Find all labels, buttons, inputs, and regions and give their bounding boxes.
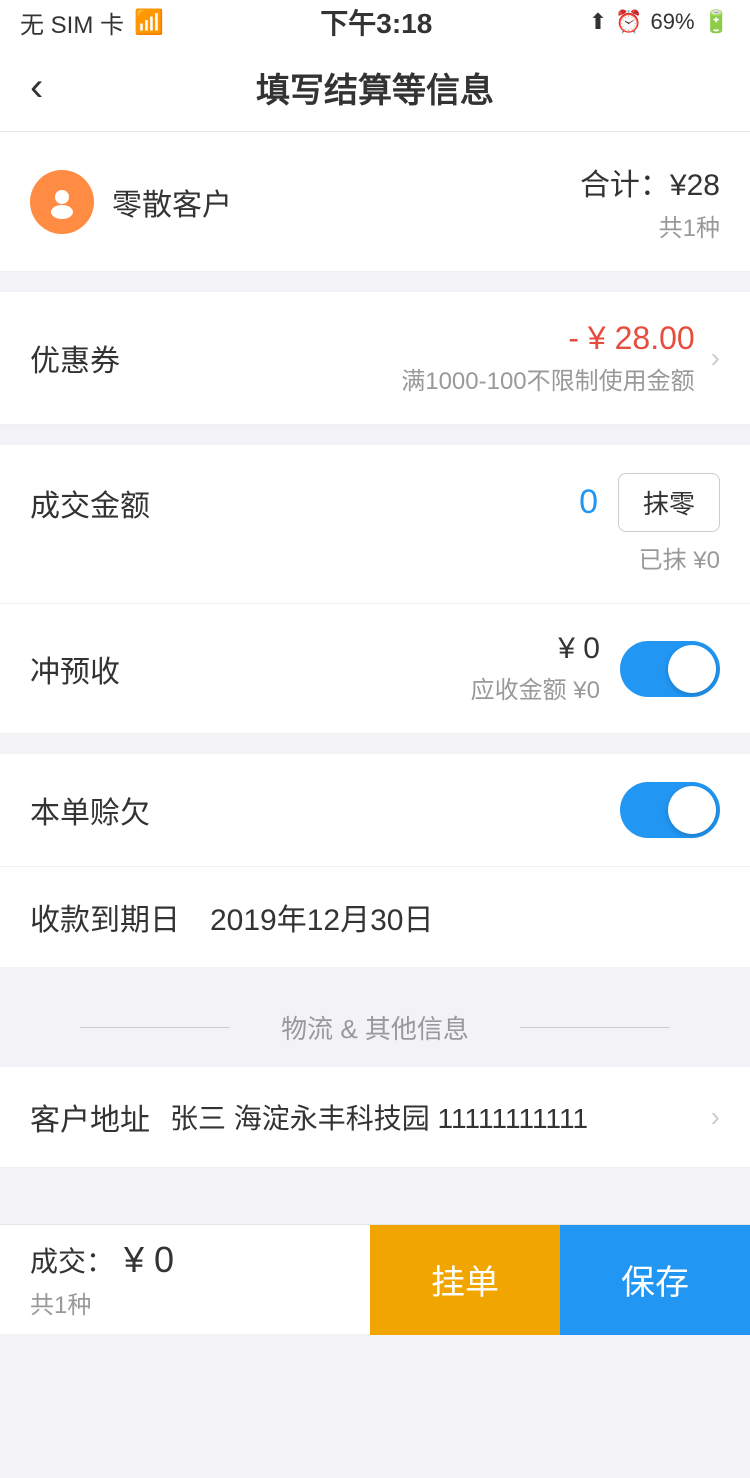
divider-4 <box>0 967 750 987</box>
pre-receive-label: 冲预收 <box>30 647 120 691</box>
address-chevron-icon: › <box>711 1101 720 1133</box>
nav-bar: ‹ 填写结算等信息 <box>0 44 750 132</box>
pre-receive-values: ¥ 0 应收金额 ¥0 <box>471 632 600 705</box>
divider-2 <box>0 425 750 445</box>
status-right: ⬆ ⏰ 69% 🔋 <box>589 9 730 35</box>
total-amount: 合计：¥28 <box>580 160 720 204</box>
alarm-icon: ⏰ <box>615 9 642 35</box>
due-date-row: 收款到期日 2019年12月30日 <box>0 867 750 967</box>
location-icon: ⬆ <box>589 9 607 35</box>
pre-receive-right: ¥ 0 应收金额 ¥0 <box>471 632 720 705</box>
section-divider-label: 物流 & 其他信息 <box>281 1009 469 1046</box>
credit-label: 本单赊欠 <box>30 788 150 832</box>
battery-label: 69% <box>651 9 695 35</box>
customer-avatar <box>30 170 94 234</box>
credit-row: 本单赊欠 <box>0 754 750 867</box>
coupon-description: 满1000-100不限制使用金额 <box>401 361 694 396</box>
credit-toggle-knob <box>668 786 716 834</box>
coupon-discount: - ¥ 28.00 <box>401 320 694 357</box>
pre-receive-sub: 应收金额 ¥0 <box>471 670 600 705</box>
footer-info: 成交： ¥ 0 共1种 <box>0 1239 370 1320</box>
coupon-label: 优惠券 <box>30 336 150 380</box>
coupon-chevron-icon: › <box>711 342 720 374</box>
footer-deal-amount: ¥ 0 <box>124 1239 174 1281</box>
divider-3 <box>0 734 750 754</box>
pre-receive-toggle[interactable] <box>620 641 720 697</box>
deal-amount-label: 成交金额 <box>30 481 150 525</box>
customer-right: 合计：¥28 共1种 <box>580 160 720 243</box>
footer-deal-label: 成交： <box>30 1240 114 1280</box>
carrier-label: 无 SIM 卡 <box>20 5 124 40</box>
time-label: 下午3:18 <box>320 2 432 42</box>
status-left: 无 SIM 卡 📶 <box>20 5 164 40</box>
wifi-icon: 📶 <box>134 8 164 37</box>
deal-amount-right: 0 抹零 <box>579 473 720 532</box>
toggle-knob <box>668 645 716 693</box>
pre-receive-amount: ¥ 0 <box>471 632 600 666</box>
back-button[interactable]: ‹ <box>30 65 43 110</box>
pre-receive-row: 冲预收 ¥ 0 应收金额 ¥0 <box>0 604 750 734</box>
battery-icon: 🔋 <box>703 9 730 35</box>
address-label: 客户地址 <box>30 1095 150 1139</box>
address-row[interactable]: 客户地址 张三 海淀永丰科技园 11111111111 › <box>0 1067 750 1168</box>
footer-count: 共1种 <box>30 1285 340 1320</box>
address-value: 张三 海淀永丰科技园 11111111111 <box>170 1097 691 1137</box>
credit-toggle[interactable] <box>620 782 720 838</box>
due-date-value: 2019年12月30日 <box>210 895 433 939</box>
page-title: 填写结算等信息 <box>256 63 494 112</box>
deal-amount-top: 成交金额 0 抹零 <box>30 473 720 532</box>
total-count: 共1种 <box>580 208 720 243</box>
coupon-row[interactable]: 优惠券 - ¥ 28.00 满1000-100不限制使用金额 › <box>0 292 750 425</box>
deal-amount-value: 0 <box>579 483 598 522</box>
section-divider-logistics: 物流 & 其他信息 <box>0 987 750 1067</box>
divider-1 <box>0 272 750 292</box>
pending-button[interactable]: 挂单 <box>370 1225 560 1335</box>
round-off-button[interactable]: 抹零 <box>618 473 720 532</box>
customer-row: 零散客户 合计：¥28 共1种 <box>0 132 750 272</box>
save-button[interactable]: 保存 <box>560 1225 750 1335</box>
customer-left: 零散客户 <box>30 170 232 234</box>
due-date-label: 收款到期日 <box>30 895 180 939</box>
deal-amount-sub: 已抹 ¥0 <box>30 540 720 575</box>
coupon-right: - ¥ 28.00 满1000-100不限制使用金额 › <box>150 320 720 396</box>
customer-name: 零散客户 <box>112 180 232 224</box>
footer: 成交： ¥ 0 共1种 挂单 保存 <box>0 1224 750 1334</box>
deal-amount-row: 成交金额 0 抹零 已抹 ¥0 <box>0 445 750 604</box>
status-bar: 无 SIM 卡 📶 下午3:18 ⬆ ⏰ 69% 🔋 <box>0 0 750 44</box>
footer-deal-row: 成交： ¥ 0 <box>30 1239 340 1281</box>
